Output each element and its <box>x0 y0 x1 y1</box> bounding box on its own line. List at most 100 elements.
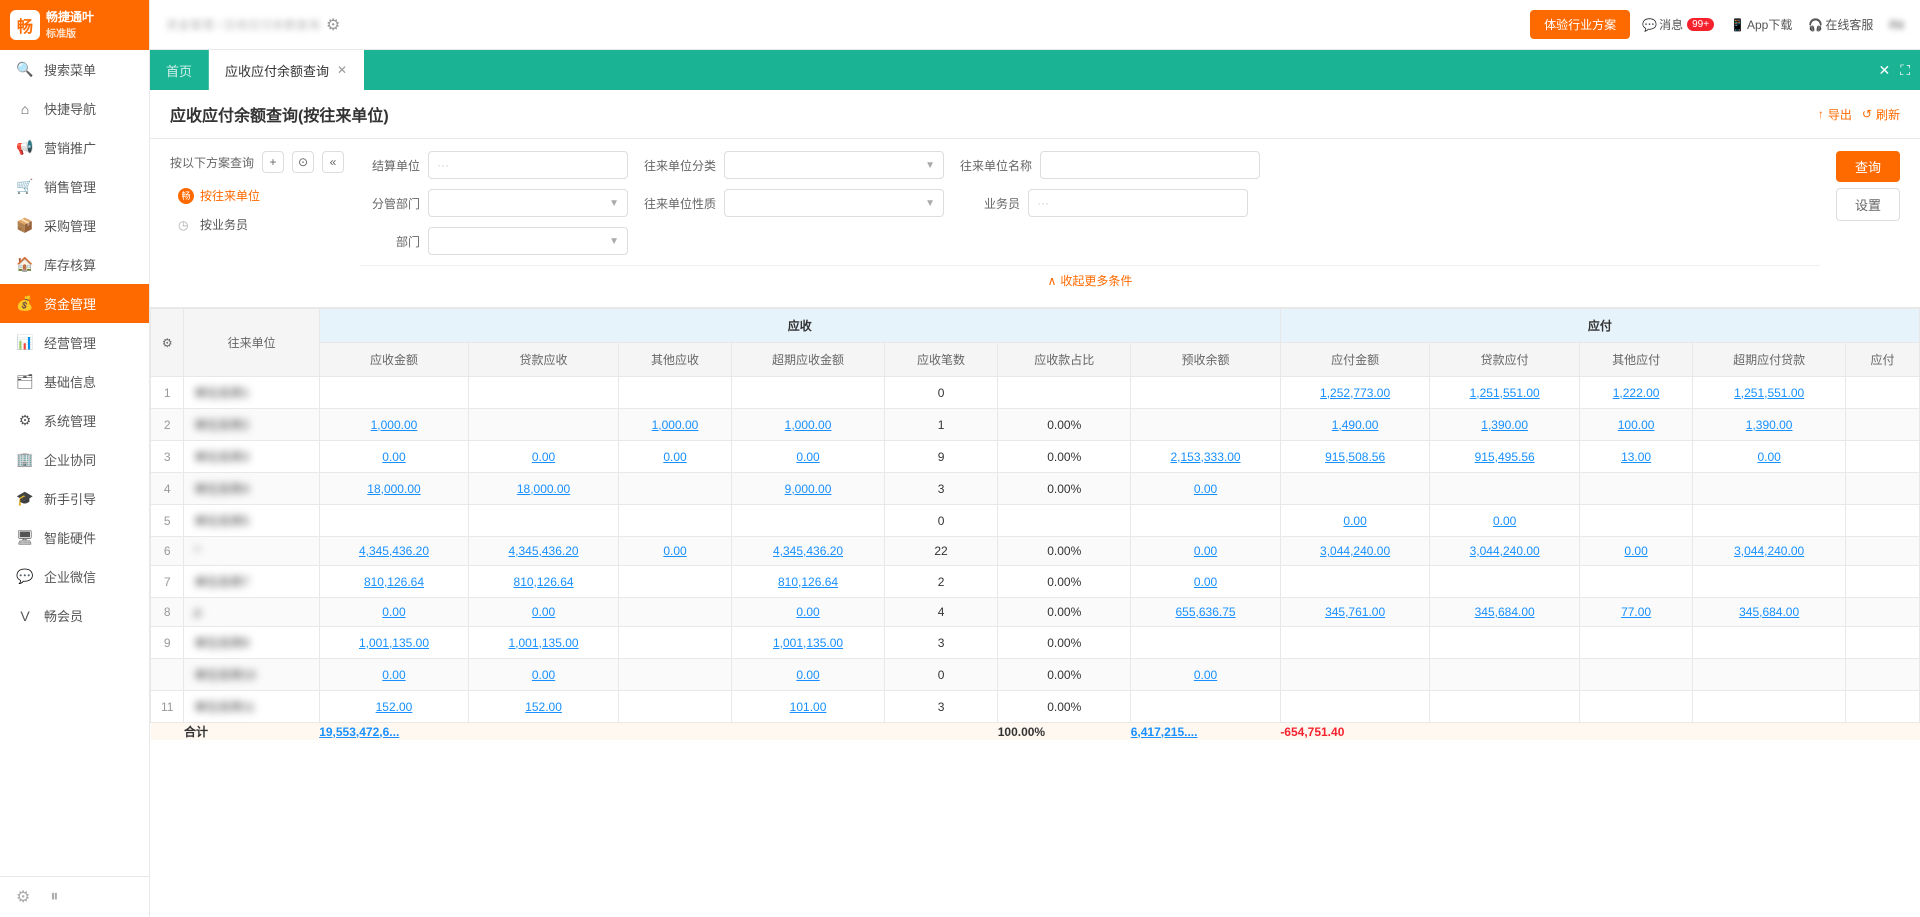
collapse-scheme-btn[interactable]: « <box>322 151 344 173</box>
tab-expand-icon[interactable]: ⛶ <box>1900 62 1910 79</box>
row-ap-amount[interactable]: 1,252,773.00 <box>1280 377 1430 409</box>
row-ar-loan[interactable]: 18,000.00 <box>469 473 619 505</box>
row-ap-overdue[interactable]: 1,390.00 <box>1693 409 1846 441</box>
row-ar-other[interactable]: 1,000.00 <box>618 409 731 441</box>
row-ap-overdue[interactable]: 3,044,240.00 <box>1693 537 1846 566</box>
sidebar-item-hardware[interactable]: 🖥 智能硬件 <box>0 518 149 557</box>
col-settings[interactable]: ⚙ <box>151 309 184 377</box>
row-ar-amount[interactable]: 0.00 <box>319 598 469 627</box>
row-ar-loan[interactable]: 152.00 <box>469 691 619 723</box>
row-ar-amount[interactable]: 4,345,436.20 <box>319 537 469 566</box>
settlement-unit-input[interactable]: ··· <box>428 151 628 179</box>
sidebar-item-enterprise[interactable]: 🏢 企业协同 <box>0 440 149 479</box>
row-ap-loan[interactable]: 1,251,551.00 <box>1430 377 1580 409</box>
row-ar-loan[interactable]: 0.00 <box>469 441 619 473</box>
scheme-by-staff[interactable]: ◷ 按业务员 <box>170 212 344 237</box>
sidebar-item-quicknav[interactable]: ⌂ 快捷导航 <box>0 89 149 128</box>
refresh-button[interactable]: ↺ 刷新 <box>1862 106 1900 123</box>
row-ar-amount[interactable]: 0.00 <box>319 441 469 473</box>
tab-close-all-icon[interactable]: ✕ <box>1878 62 1890 79</box>
row-ar-overdue[interactable]: 9,000.00 <box>732 473 885 505</box>
unit-name-input[interactable] <box>1040 151 1260 179</box>
row-ar-overdue[interactable]: 4,345,436.20 <box>732 537 885 566</box>
industry-btn[interactable]: 体验行业方案 <box>1530 10 1630 39</box>
row-ar-amount[interactable]: 0.00 <box>319 659 469 691</box>
row-ar-amount[interactable]: 810,126.64 <box>319 566 469 598</box>
app-download[interactable]: 📱 App下载 <box>1730 16 1792 33</box>
row-ap-other[interactable]: 100.00 <box>1579 409 1692 441</box>
message-section[interactable]: 💬 消息 99+ <box>1642 16 1714 33</box>
row-ar-other[interactable]: 0.00 <box>618 537 731 566</box>
row-ar-amount[interactable]: 1,001,135.00 <box>319 627 469 659</box>
row-ar-overdue[interactable]: 101.00 <box>732 691 885 723</box>
sidebar-item-marketing[interactable]: 📢 营销推广 <box>0 128 149 167</box>
sidebar-item-system[interactable]: ⚙ 系统管理 <box>0 401 149 440</box>
online-service[interactable]: 🎧 在线客服 <box>1808 16 1873 33</box>
row-ar-overdue[interactable]: 0.00 <box>732 441 885 473</box>
row-ar-overdue[interactable]: 0.00 <box>732 659 885 691</box>
row-ar-loan[interactable]: 1,001,135.00 <box>469 627 619 659</box>
row-ar-loan[interactable]: 0.00 <box>469 659 619 691</box>
sidebar-item-sales[interactable]: 🛒 销售管理 <box>0 167 149 206</box>
collapse-icon[interactable]: ⏸ <box>50 888 58 906</box>
row-ap-loan[interactable]: 3,044,240.00 <box>1430 537 1580 566</box>
row-ar-amount[interactable]: 1,000.00 <box>319 409 469 441</box>
sidebar-item-search[interactable]: 🔍 搜索菜单 <box>0 50 149 89</box>
dept-input[interactable]: ▼ <box>428 227 628 255</box>
row-ap-amount[interactable]: 915,508.56 <box>1280 441 1430 473</box>
row-ar-overdue[interactable]: 1,000.00 <box>732 409 885 441</box>
row-ap-other[interactable]: 77.00 <box>1579 598 1692 627</box>
unit-nature-input[interactable]: ▼ <box>724 189 944 217</box>
row-ar-overdue[interactable]: 810,126.64 <box>732 566 885 598</box>
table-container[interactable]: ⚙ 往来单位 应收 应付 应收金额 贷款应收 其他应收 超期应收金额 应收笔数 … <box>150 308 1920 917</box>
row-ap-overdue[interactable]: 0.00 <box>1693 441 1846 473</box>
row-ap-loan[interactable]: 345,684.00 <box>1430 598 1580 627</box>
sidebar-item-basic[interactable]: 🗂 基础信息 <box>0 362 149 401</box>
sidebar-item-member[interactable]: V 畅会员 <box>0 596 149 635</box>
row-ap-loan[interactable]: 915,495.56 <box>1430 441 1580 473</box>
row-ap-loan[interactable]: 0.00 <box>1430 505 1580 537</box>
tab-close-icon[interactable]: ✕ <box>337 63 347 77</box>
row-ar-amount[interactable]: 18,000.00 <box>319 473 469 505</box>
row-ar-prepay[interactable]: 655,636.75 <box>1131 598 1281 627</box>
row-ap-other[interactable]: 13.00 <box>1579 441 1692 473</box>
row-ap-loan[interactable]: 1,390.00 <box>1430 409 1580 441</box>
row-ap-other[interactable]: 0.00 <box>1579 537 1692 566</box>
settings-icon[interactable]: ⚙ <box>16 887 30 907</box>
tab-arb[interactable]: 应收应付余额查询 ✕ <box>209 50 364 90</box>
sidebar-item-purchase[interactable]: 📦 采购管理 <box>0 206 149 245</box>
row-ap-overdue[interactable]: 1,251,551.00 <box>1693 377 1846 409</box>
row-ap-amount[interactable]: 3,044,240.00 <box>1280 537 1430 566</box>
sidebar-item-wechat[interactable]: 💬 企业微信 <box>0 557 149 596</box>
dept-manage-input[interactable]: ▼ <box>428 189 628 217</box>
row-ar-loan[interactable]: 4,345,436.20 <box>469 537 619 566</box>
row-ar-prepay[interactable]: 0.00 <box>1131 537 1281 566</box>
sidebar-item-capital[interactable]: 💰 资金管理 <box>0 284 149 323</box>
row-ap-amount[interactable]: 1,490.00 <box>1280 409 1430 441</box>
row-ap-overdue[interactable]: 345,684.00 <box>1693 598 1846 627</box>
row-ar-prepay[interactable]: 0.00 <box>1131 659 1281 691</box>
row-ar-loan[interactable]: 0.00 <box>469 598 619 627</box>
sidebar-item-operations[interactable]: 📊 经营管理 <box>0 323 149 362</box>
user-name[interactable]: Rit <box>1889 18 1904 32</box>
row-ap-other[interactable]: 1,222.00 <box>1579 377 1692 409</box>
setting-button[interactable]: 设置 <box>1836 188 1900 221</box>
settings-scheme-btn[interactable]: ⊙ <box>292 151 314 173</box>
filter-collapse-btn[interactable]: ∧ 收起更多条件 <box>360 265 1820 295</box>
salesperson-input[interactable]: ··· <box>1028 189 1248 217</box>
query-button[interactable]: 查询 <box>1836 151 1900 182</box>
gear-btn[interactable]: ⚙ <box>326 15 340 35</box>
row-ar-overdue[interactable]: 1,001,135.00 <box>732 627 885 659</box>
tab-home[interactable]: 首页 <box>150 50 209 90</box>
row-ar-overdue[interactable]: 0.00 <box>732 598 885 627</box>
row-ap-amount[interactable]: 0.00 <box>1280 505 1430 537</box>
row-ap-amount[interactable]: 345,761.00 <box>1280 598 1430 627</box>
sidebar-item-inventory[interactable]: 🏠 库存核算 <box>0 245 149 284</box>
sidebar-item-guide[interactable]: 🎓 新手引导 <box>0 479 149 518</box>
scheme-by-unit[interactable]: 畅 按往来单位 <box>170 183 344 208</box>
row-ar-loan[interactable]: 810,126.64 <box>469 566 619 598</box>
row-ar-prepay[interactable]: 2,153,333.00 <box>1131 441 1281 473</box>
row-ar-amount[interactable]: 152.00 <box>319 691 469 723</box>
add-scheme-btn[interactable]: + <box>262 151 284 173</box>
row-ar-other[interactable]: 0.00 <box>618 441 731 473</box>
